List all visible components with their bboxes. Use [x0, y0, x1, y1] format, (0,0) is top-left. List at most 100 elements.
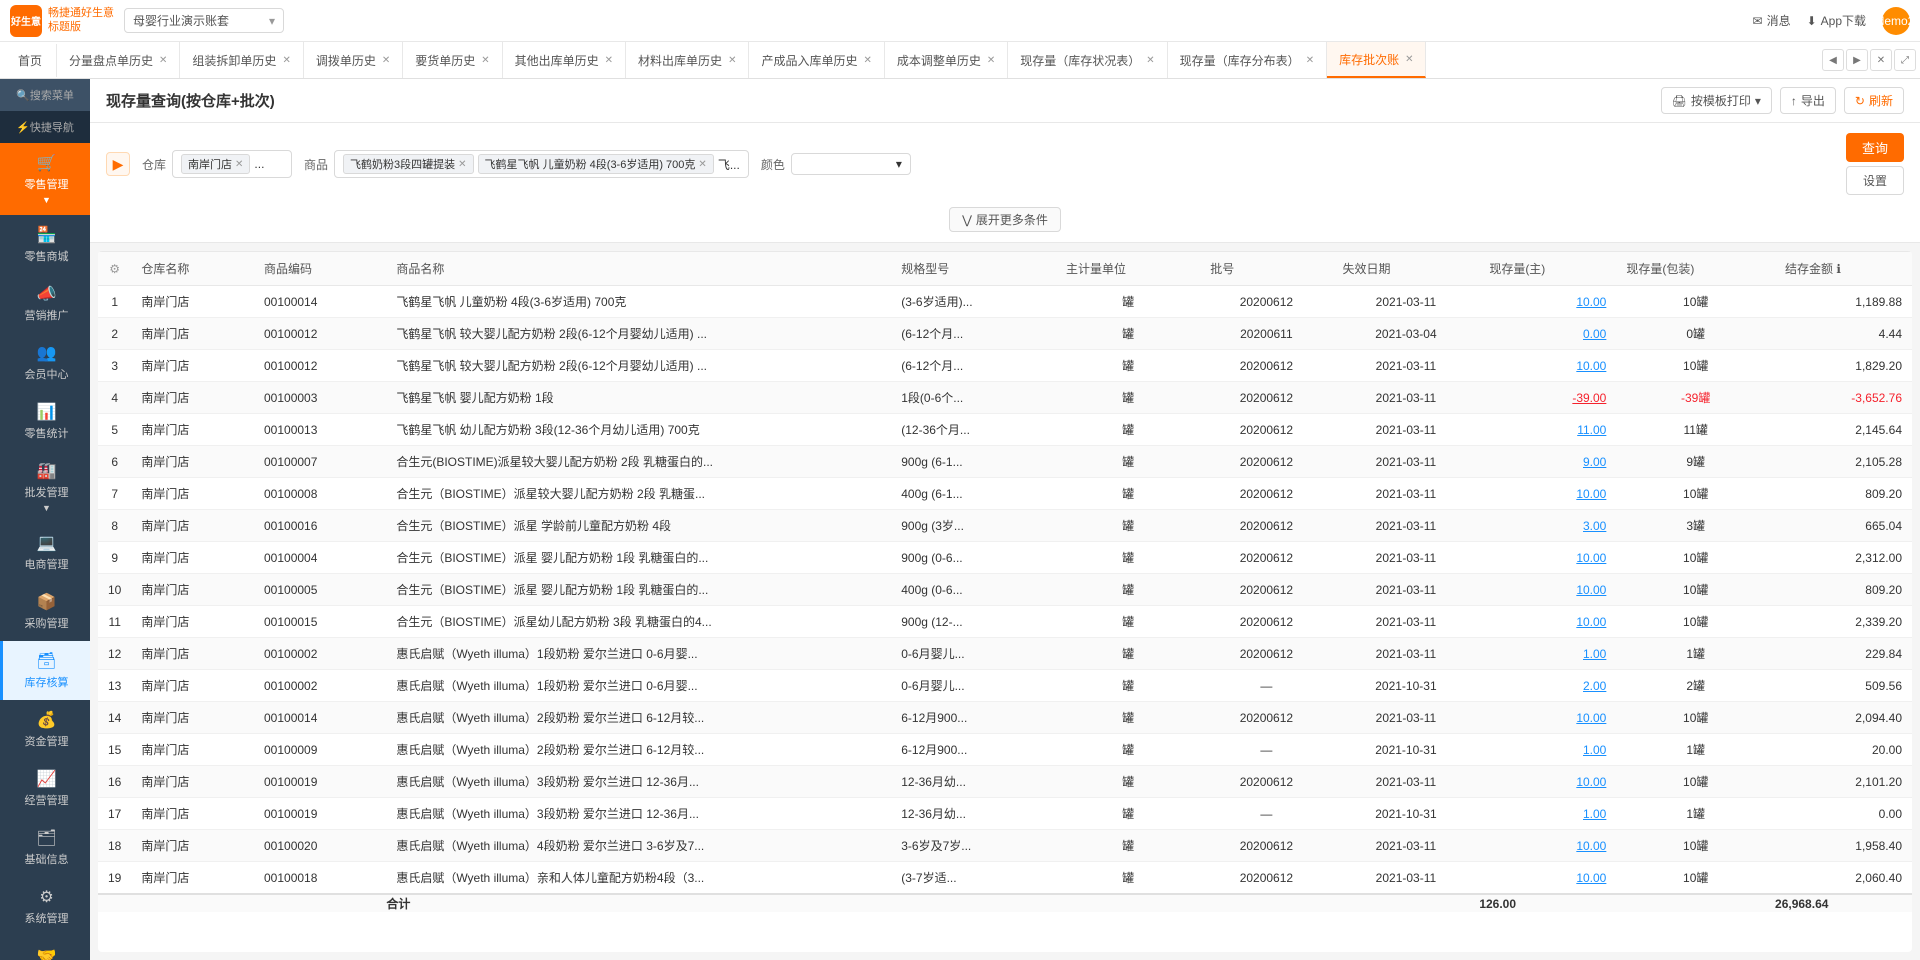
cell-product-code: 00100014	[254, 702, 386, 734]
tab-close-icon[interactable]: ✕	[728, 55, 736, 66]
warehouse-filter-label: 仓库	[142, 156, 166, 173]
refresh-button[interactable]: ↻ 刷新	[1844, 87, 1904, 114]
tab-close-icon[interactable]: ✕	[1146, 55, 1154, 66]
tab-close-icon[interactable]: ✕	[481, 55, 489, 66]
tab-qitachuku[interactable]: 其他出库单历史✕	[503, 42, 626, 78]
wholesale-arrow-icon: ▼	[42, 503, 51, 513]
tab-kucun-batch[interactable]: 库存批次账✕	[1327, 42, 1426, 78]
cell-product-code: 00100004	[254, 542, 386, 574]
color-input[interactable]: ▾	[791, 153, 911, 175]
cell-product-name: 合生元（BIOSTIME）派星较大婴儿配方奶粉 2段 乳糖蛋...	[386, 478, 891, 510]
page-actions: 🖨 按模板打印 ▾ ↑ 导出 ↻ 刷新	[1661, 87, 1904, 114]
cell-qty-pkg: 0罐	[1616, 318, 1775, 350]
cell-spec: 12-36月幼...	[891, 798, 1056, 830]
template-print-button[interactable]: 🖨 按模板打印 ▾	[1661, 87, 1772, 114]
warehouse-input[interactable]: 南岸门店 ✕ ...	[172, 150, 292, 178]
tab-chengben[interactable]: 成本调整单历史✕	[885, 42, 1008, 78]
table-row: 7 南岸门店 00100008 合生元（BIOSTIME）派星较大婴儿配方奶粉 …	[98, 478, 1912, 510]
sidebar-item-wholesale[interactable]: 🏭 批发管理 ▼	[0, 451, 90, 523]
color-filter-label: 颜色	[761, 156, 785, 173]
search-label: 搜索菜单	[30, 87, 74, 103]
tab-xiancunl-dist[interactable]: 现存量（库存分布表）✕	[1168, 42, 1327, 78]
product-tag-2-value: 飞鹤星飞帆 儿童奶粉 4段(3-6岁适用) 700克	[485, 156, 696, 172]
tab-diaob[interactable]: 调拨单历史✕	[304, 42, 403, 78]
tab-close-icon[interactable]: ✕	[159, 55, 167, 66]
sidebar-item-operation[interactable]: 📈 经营管理	[0, 759, 90, 818]
sidebar-item-inventory[interactable]: 🗃 库存核算	[0, 641, 90, 700]
cell-unit: 罐	[1056, 350, 1200, 382]
tab-maximize[interactable]: ⤢	[1894, 49, 1916, 71]
cell-qty-main: 10.00	[1479, 574, 1616, 606]
app-download-nav[interactable]: ⬇ App下载	[1807, 12, 1866, 29]
sidebar-search[interactable]: 🔍 搜索菜单	[0, 79, 90, 111]
retail-icon: 🛒	[37, 153, 57, 173]
product-tag-1-close[interactable]: ✕	[458, 159, 466, 170]
column-settings-icon[interactable]: ⚙	[109, 262, 120, 276]
sidebar-item-purchase[interactable]: 📦 采购管理	[0, 582, 90, 641]
cell-product-name: 合生元（BIOSTIME）派星 婴儿配方奶粉 1段 乳糖蛋白的...	[386, 542, 891, 574]
tab-fenliang[interactable]: 分量盘点单历史✕	[57, 42, 180, 78]
cell-qty-main: 2.00	[1479, 670, 1616, 702]
tab-chancheng[interactable]: 产成品入库单历史✕	[749, 42, 884, 78]
export-button[interactable]: ↑ 导出	[1780, 87, 1836, 114]
marketing-icon: 📣	[37, 284, 57, 304]
sidebar-item-member[interactable]: 👥 会员中心	[0, 333, 90, 392]
workspace-selector[interactable]: 母婴行业演示账套 ▾	[124, 8, 284, 33]
tab-close-icon[interactable]: ✕	[1405, 54, 1413, 65]
sidebar-item-marketing[interactable]: 📣 营销推广	[0, 274, 90, 333]
cell-expire: 2021-03-11	[1333, 350, 1480, 382]
filter-expand-button[interactable]: ▶	[106, 152, 130, 176]
footer-balance-total: 26,968.64	[1775, 894, 1912, 912]
cell-expire: 2021-03-11	[1333, 446, 1480, 478]
cell-unit: 罐	[1056, 862, 1200, 895]
tab-close-icon[interactable]: ✕	[1306, 55, 1314, 66]
footer-empty-5	[1056, 894, 1200, 912]
sidebar-item-finance[interactable]: 💰 资金管理	[0, 700, 90, 759]
tab-close-all[interactable]: ✕	[1870, 49, 1892, 71]
tab-close-icon[interactable]: ✕	[863, 55, 871, 66]
sidebar-item-retail-stats[interactable]: 📊 零售统计	[0, 392, 90, 451]
tab-zuzhuang[interactable]: 组装拆卸单历史✕	[180, 42, 303, 78]
footer-empty-8	[1616, 894, 1775, 912]
tab-close-icon[interactable]: ✕	[282, 55, 290, 66]
col-settings-header[interactable]: ⚙	[98, 252, 131, 286]
cell-expire: 2021-10-31	[1333, 670, 1480, 702]
cell-batch: 20200612	[1200, 382, 1332, 414]
sidebar-item-retail-mall[interactable]: 🏪 零售商城	[0, 215, 90, 274]
tab-yaohuo[interactable]: 要货单历史✕	[403, 42, 502, 78]
sidebar-item-basics[interactable]: 🗂 基础信息	[0, 818, 90, 877]
cell-qty-pkg: 10罐	[1616, 606, 1775, 638]
sidebar-label-marketing: 营销推广	[25, 307, 69, 323]
settings-button[interactable]: 设置	[1846, 166, 1904, 195]
inventory-icon: 🗃	[36, 651, 56, 671]
product-input[interactable]: 飞鹤奶粉3段四罐提装 ✕ 飞鹤星飞帆 儿童奶粉 4段(3-6岁适用) 700克 …	[334, 150, 749, 178]
tab-cailiao[interactable]: 材料出库单历史✕	[626, 42, 749, 78]
expand-more-btn[interactable]: ⋁ 展开更多条件	[949, 207, 1061, 232]
warehouse-tag-close[interactable]: ✕	[235, 159, 243, 170]
cell-index: 6	[98, 446, 131, 478]
cell-expire: 2021-03-11	[1333, 542, 1480, 574]
message-nav[interactable]: ✉ 消息	[1753, 12, 1791, 29]
tab-close-icon[interactable]: ✕	[605, 55, 613, 66]
sidebar-item-retail-mgmt[interactable]: 🛒 零售管理 ▼	[0, 143, 90, 215]
cell-product-code: 00100012	[254, 350, 386, 382]
tab-home[interactable]: 首页	[4, 44, 57, 77]
cell-warehouse: 南岸门店	[131, 862, 254, 895]
tab-close-icon[interactable]: ✕	[987, 55, 995, 66]
app-subtitle: 标题版	[48, 21, 114, 34]
tab-close-icon[interactable]: ✕	[382, 55, 390, 66]
sidebar-item-collab[interactable]: 🤝 企业协同	[0, 936, 90, 960]
avatar[interactable]: demo2	[1882, 7, 1910, 35]
cell-product-name: 飞鹤星飞帆 较大婴儿配方奶粉 2段(6-12个月婴幼儿适用) ...	[386, 350, 891, 382]
cell-product-code: 00100019	[254, 766, 386, 798]
tab-xiancunl-status[interactable]: 现存量（库存状况表）✕	[1008, 42, 1167, 78]
sidebar-label-inventory: 库存核算	[25, 674, 69, 690]
product-tag-2-close[interactable]: ✕	[698, 159, 706, 170]
tab-scroll-right[interactable]: ▶	[1846, 49, 1868, 71]
sidebar-nav[interactable]: ⚡ 快捷导航	[0, 111, 90, 143]
sidebar-item-system[interactable]: ⚙ 系统管理	[0, 877, 90, 936]
query-button[interactable]: 查询	[1846, 133, 1904, 162]
sidebar-item-ecommerce[interactable]: 💻 电商管理	[0, 523, 90, 582]
cell-qty-pkg: 10罐	[1616, 830, 1775, 862]
tab-scroll-left[interactable]: ◀	[1822, 49, 1844, 71]
